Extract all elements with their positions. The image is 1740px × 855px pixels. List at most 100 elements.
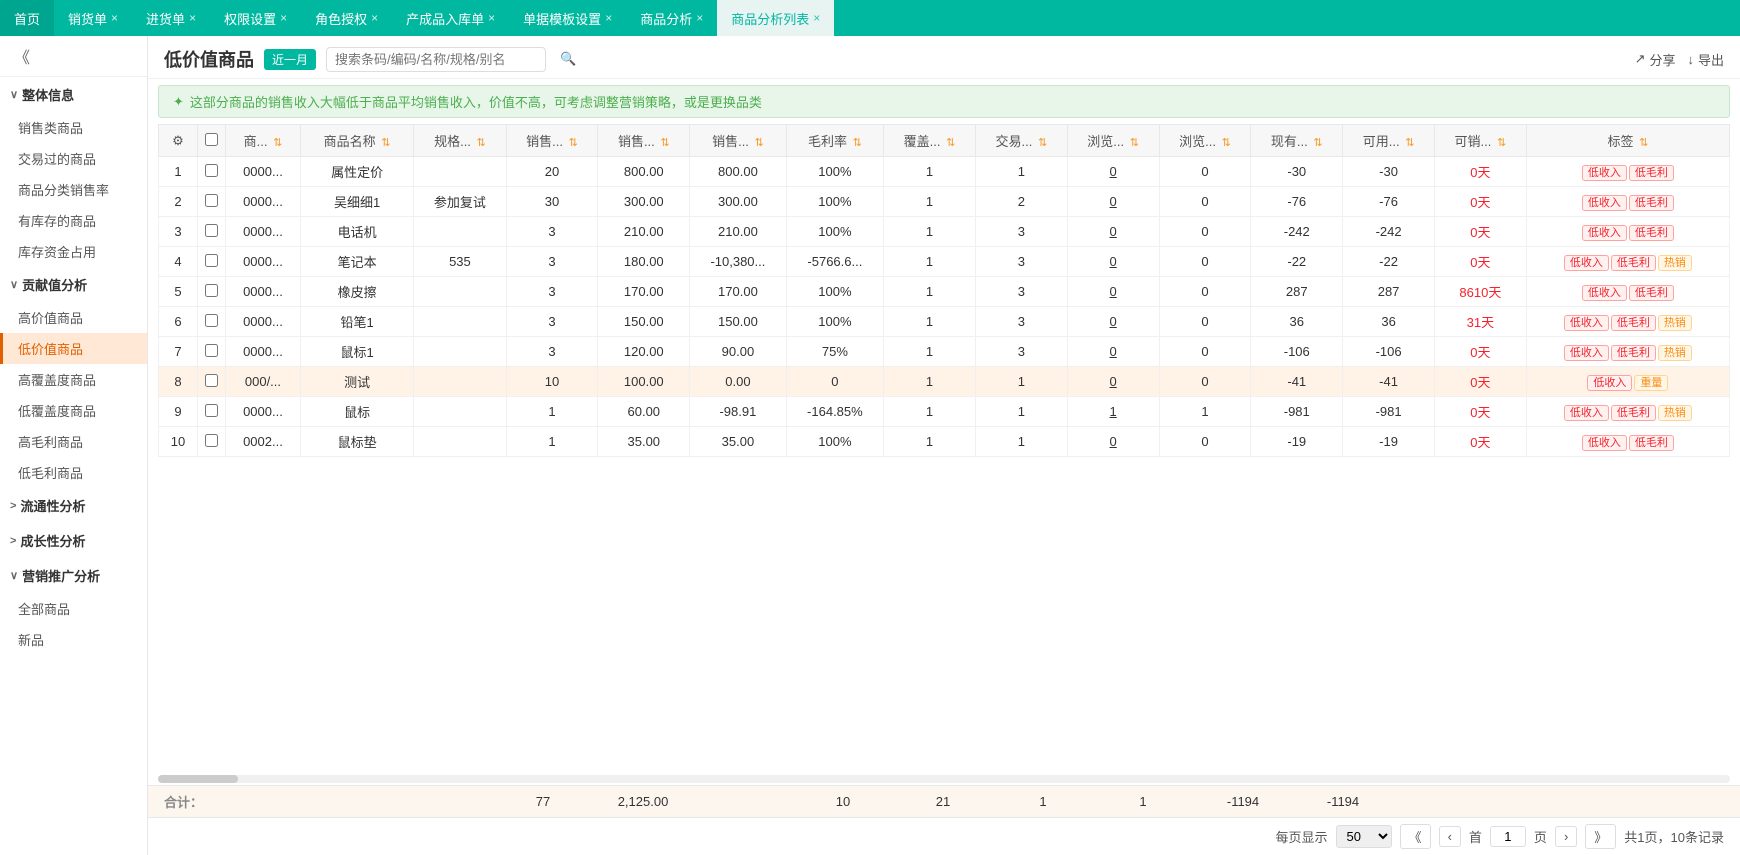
col-sales2[interactable]: 销售... ⇅ — [598, 125, 690, 157]
cell-br1[interactable]: 0 — [1067, 247, 1159, 277]
cell-br1[interactable]: 1 — [1067, 397, 1159, 427]
cell-checkbox[interactable] — [198, 367, 226, 397]
sidebar-group-growth[interactable]: > 成长性分析 — [0, 523, 147, 558]
export-button[interactable]: ↓ 导出 — [1687, 50, 1724, 69]
col-browse2[interactable]: 浏览... ⇅ — [1159, 125, 1251, 157]
sidebar-item-low-margin[interactable]: 低毛利商品 — [0, 457, 147, 488]
cell-checkbox[interactable] — [198, 337, 226, 367]
col-tags[interactable]: 标签 ⇅ — [1526, 125, 1729, 157]
col-select-all[interactable] — [198, 125, 226, 157]
col-trade[interactable]: 交易... ⇅ — [975, 125, 1067, 157]
nav-product-analysis-list[interactable]: 商品分析列表 × — [717, 0, 834, 36]
cell-br1[interactable]: 0 — [1067, 157, 1159, 187]
cell-br1[interactable]: 0 — [1067, 427, 1159, 457]
col-spec[interactable]: 规格... ⇅ — [414, 125, 506, 157]
row-checkbox[interactable] — [205, 224, 218, 237]
nav-sales-order[interactable]: 销货单 × — [54, 0, 132, 36]
sidebar-item-sales-category[interactable]: 销售类商品 — [0, 112, 147, 143]
cell-code: 0000... — [226, 307, 301, 337]
nav-purchase-order[interactable]: 进货单 × — [132, 0, 210, 36]
col-saleable[interactable]: 可销... ⇅ — [1434, 125, 1526, 157]
cell-checkbox[interactable] — [198, 397, 226, 427]
sidebar-group-marketing[interactable]: ∨ 营销推广分析 — [0, 558, 147, 593]
close-permission[interactable]: × — [280, 11, 287, 25]
col-gross[interactable]: 毛利率 ⇅ — [786, 125, 883, 157]
page-number-input[interactable] — [1490, 826, 1526, 847]
time-range-tag[interactable]: 近一月 — [264, 49, 316, 70]
cell-br1[interactable]: 0 — [1067, 277, 1159, 307]
row-checkbox[interactable] — [205, 344, 218, 357]
col-sales3[interactable]: 销售... ⇅ — [690, 125, 786, 157]
close-purchase-order[interactable]: × — [189, 11, 196, 25]
row-checkbox[interactable] — [205, 374, 218, 387]
col-code[interactable]: 商... ⇅ — [226, 125, 301, 157]
search-icon[interactable]: 🔍 — [560, 51, 576, 67]
sidebar-item-high-coverage[interactable]: 高覆盖度商品 — [0, 364, 147, 395]
close-product-analysis-list[interactable]: × — [813, 11, 820, 25]
row-checkbox[interactable] — [205, 284, 218, 297]
sidebar-item-high-margin[interactable]: 高毛利商品 — [0, 426, 147, 457]
select-all-checkbox[interactable] — [205, 133, 218, 146]
page-size-select[interactable]: 50 100 200 — [1336, 825, 1392, 848]
col-coverage[interactable]: 覆盖... ⇅ — [884, 125, 976, 157]
cell-checkbox[interactable] — [198, 247, 226, 277]
sidebar-item-all-products[interactable]: 全部商品 — [0, 593, 147, 624]
last-page-btn[interactable]: 》 — [1585, 824, 1616, 849]
horizontal-scrollbar[interactable] — [158, 775, 1730, 783]
cell-br1[interactable]: 0 — [1067, 337, 1159, 367]
sidebar-item-traded[interactable]: 交易过的商品 — [0, 143, 147, 174]
nav-permission[interactable]: 权限设置 × — [210, 0, 301, 36]
sidebar-item-category-sales[interactable]: 商品分类销售率 — [0, 174, 147, 205]
cell-checkbox[interactable] — [198, 277, 226, 307]
cell-s2: 300.00 — [598, 187, 690, 217]
cell-checkbox[interactable] — [198, 157, 226, 187]
sidebar-item-high-value[interactable]: 高价值商品 — [0, 302, 147, 333]
close-sales-order[interactable]: × — [111, 11, 118, 25]
row-checkbox[interactable] — [205, 194, 218, 207]
sidebar-group-overall[interactable]: ∨ 整体信息 — [0, 77, 147, 112]
row-checkbox[interactable] — [205, 314, 218, 327]
nav-role-auth[interactable]: 角色授权 × — [301, 0, 392, 36]
col-browse1[interactable]: 浏览... ⇅ — [1067, 125, 1159, 157]
sidebar-item-in-stock[interactable]: 有库存的商品 — [0, 205, 147, 236]
close-product-stock[interactable]: × — [488, 11, 495, 25]
nav-home[interactable]: 首页 — [0, 0, 54, 36]
col-sales1[interactable]: 销售... ⇅ — [506, 125, 598, 157]
prev-page-btn[interactable]: ‹ — [1439, 826, 1461, 847]
sidebar-item-new-products[interactable]: 新品 — [0, 624, 147, 655]
close-role-auth[interactable]: × — [371, 11, 378, 25]
cell-br1[interactable]: 0 — [1067, 307, 1159, 337]
first-page-btn[interactable]: 《 — [1400, 824, 1431, 849]
nav-template[interactable]: 单据模板设置 × — [509, 0, 626, 36]
row-checkbox[interactable] — [205, 254, 218, 267]
cell-checkbox[interactable] — [198, 427, 226, 457]
sidebar-group-circulation[interactable]: > 流通性分析 — [0, 488, 147, 523]
sidebar-collapse-btn[interactable]: 《 — [8, 42, 36, 70]
row-checkbox[interactable] — [205, 164, 218, 177]
col-current[interactable]: 现有... ⇅ — [1251, 125, 1343, 157]
sidebar-group-contribution[interactable]: ∨ 贡献值分析 — [0, 267, 147, 302]
close-template[interactable]: × — [605, 11, 612, 25]
search-input[interactable] — [326, 47, 546, 72]
col-gear[interactable]: ⚙ — [159, 125, 198, 157]
col-available[interactable]: 可用... ⇅ — [1343, 125, 1435, 157]
sidebar-item-low-coverage[interactable]: 低覆盖度商品 — [0, 395, 147, 426]
sidebar-item-capital[interactable]: 库存资金占用 — [0, 236, 147, 267]
nav-product-stock[interactable]: 产成品入库单 × — [392, 0, 509, 36]
scrollbar-thumb[interactable] — [158, 775, 238, 783]
cell-checkbox[interactable] — [198, 217, 226, 247]
cell-br1[interactable]: 0 — [1067, 187, 1159, 217]
footer-bar: 合计： 77 2,125.00 10 21 1 1 -1194 -1194 — [148, 785, 1740, 817]
row-checkbox[interactable] — [205, 404, 218, 417]
cell-checkbox[interactable] — [198, 187, 226, 217]
share-button[interactable]: ↗ 分享 — [1635, 50, 1676, 69]
close-product-analysis[interactable]: × — [696, 11, 703, 25]
nav-product-analysis[interactable]: 商品分析 × — [626, 0, 717, 36]
row-checkbox[interactable] — [205, 434, 218, 447]
next-page-btn[interactable]: › — [1555, 826, 1577, 847]
col-name[interactable]: 商品名称 ⇅ — [300, 125, 413, 157]
cell-checkbox[interactable] — [198, 307, 226, 337]
cell-br1[interactable]: 0 — [1067, 217, 1159, 247]
cell-br1[interactable]: 0 — [1067, 367, 1159, 397]
sidebar-item-low-value[interactable]: 低价值商品 — [0, 333, 147, 364]
